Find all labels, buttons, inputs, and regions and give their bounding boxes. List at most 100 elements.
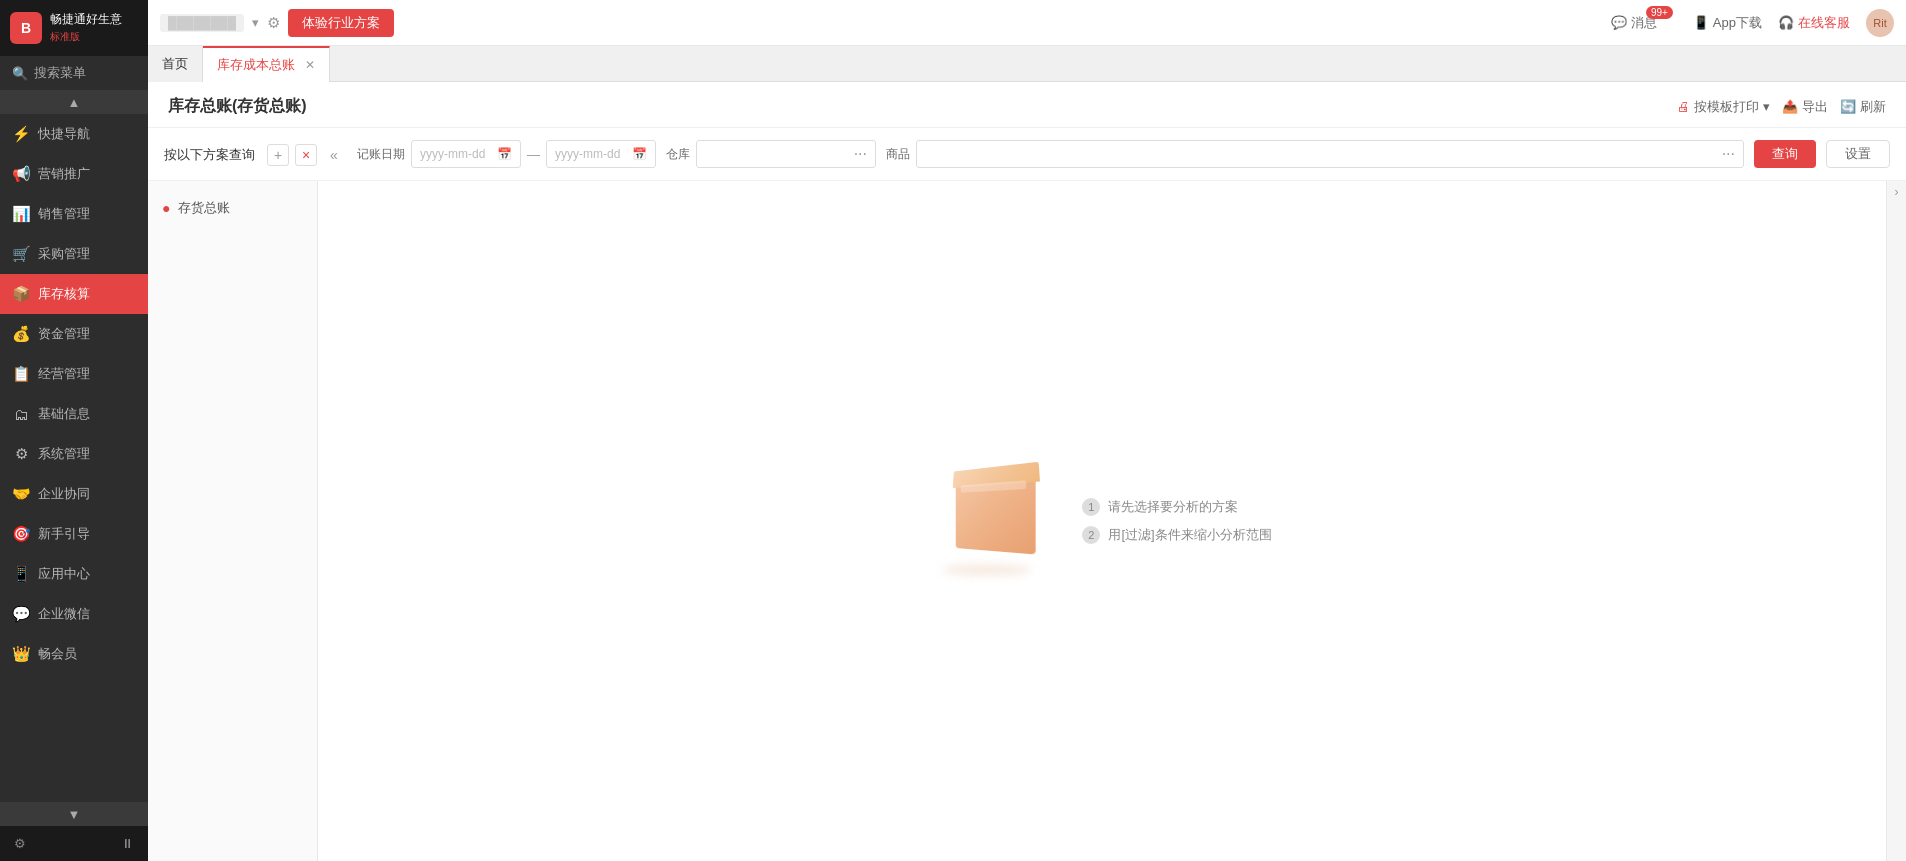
sidebar-toggle-icon[interactable]: ⏸ <box>121 836 134 851</box>
tab-inventory-ledger[interactable]: 库存成本总账 ✕ <box>203 46 330 82</box>
phone-icon: 📱 <box>1693 15 1709 30</box>
page-header-actions: 🖨 按模板打印 ▾ 📤 导出 🔄 刷新 <box>1677 98 1886 116</box>
online-label: 在线客服 <box>1798 14 1850 32</box>
sales-icon: 📊 <box>12 205 30 223</box>
marketing-icon: 📢 <box>12 165 30 183</box>
sidebar-item-label: 采购管理 <box>38 245 90 263</box>
sidebar-item-label: 新手引导 <box>38 525 90 543</box>
sidebar-item-collab[interactable]: 🤝 企业协同 <box>0 474 148 514</box>
refresh-icon: 🔄 <box>1840 99 1856 114</box>
date-start-placeholder: yyyy-mm-dd <box>420 147 485 161</box>
sidebar-item-system[interactable]: ⚙ 系统管理 <box>0 434 148 474</box>
sidebar-scroll-up[interactable]: ▲ <box>0 90 148 114</box>
filter-add-btn[interactable]: + <box>267 144 289 166</box>
export-label: 导出 <box>1802 98 1828 116</box>
sidebar-item-appstore[interactable]: 📱 应用中心 <box>0 554 148 594</box>
sidebar-item-inventory[interactable]: 📦 库存核算 <box>0 274 148 314</box>
appstore-icon: 📱 <box>12 565 30 583</box>
sidebar-item-finance[interactable]: 💰 资金管理 <box>0 314 148 354</box>
hint-num-1: 1 <box>1082 498 1100 516</box>
calendar-end-icon: 📅 <box>632 147 647 161</box>
sidebar-item-purchase[interactable]: 🛒 采购管理 <box>0 234 148 274</box>
industry-btn[interactable]: 体验行业方案 <box>288 9 394 37</box>
warehouse-filter-group: 仓库 ··· <box>666 140 876 168</box>
sidebar-item-sales[interactable]: 📊 销售管理 <box>0 194 148 234</box>
empty-box-icon <box>956 477 1036 554</box>
date-filter-group: 记账日期 yyyy-mm-dd 📅 — yyyy-mm-dd 📅 <box>357 140 656 168</box>
date-end-input[interactable]: yyyy-mm-dd 📅 <box>546 140 656 168</box>
filter-arrow-btn[interactable]: « <box>323 144 345 166</box>
logo-icon: B <box>10 12 42 44</box>
collab-icon: 🤝 <box>12 485 30 503</box>
tab-close-icon[interactable]: ✕ <box>305 58 315 72</box>
sidebar-logo: B 畅捷通好生意 标准版 <box>0 0 148 56</box>
topbar-gear-icon[interactable]: ⚙ <box>267 14 280 32</box>
quicknav-icon: ⚡ <box>12 125 30 143</box>
print-dropdown-icon: ▾ <box>1763 99 1770 114</box>
page-title: 库存总账(存货总账) <box>168 96 307 117</box>
headset-icon: 🎧 <box>1778 15 1794 30</box>
page-content: 库存总账(存货总账) 🖨 按模板打印 ▾ 📤 导出 🔄 刷新 按以下方案查 <box>148 82 1906 861</box>
empty-shadow <box>942 564 1032 576</box>
export-btn[interactable]: 📤 导出 <box>1782 98 1828 116</box>
guide-icon: 🎯 <box>12 525 30 543</box>
print-icon: 🖨 <box>1677 99 1690 114</box>
query-btn[interactable]: 查询 <box>1754 140 1816 168</box>
empty-hints: 1 请先选择要分析的方案 2 用[过滤]条件来缩小分析范围 <box>1082 498 1271 544</box>
sidebar-item-label: 应用中心 <box>38 565 90 583</box>
search-icon: 🔍 <box>12 66 28 81</box>
finance-icon: 💰 <box>12 325 30 343</box>
topbar: ████████ ▾ ⚙ 体验行业方案 💬 消息 99+ 📱 App下载 🎧 在… <box>148 0 1906 46</box>
settings-gear-icon[interactable]: ⚙ <box>14 836 26 851</box>
refresh-label: 刷新 <box>1860 98 1886 116</box>
weixin-icon: 💬 <box>12 605 30 623</box>
main-area: ████████ ▾ ⚙ 体验行业方案 💬 消息 99+ 📱 App下载 🎧 在… <box>148 0 1906 861</box>
tab-home[interactable]: 首页 <box>148 46 203 82</box>
app-badge: 标准版 <box>50 30 122 44</box>
user-avatar[interactable]: Rit <box>1866 9 1894 37</box>
sidebar-item-operations[interactable]: 📋 经营管理 <box>0 354 148 394</box>
empty-state: 1 请先选择要分析的方案 2 用[过滤]条件来缩小分析范围 <box>318 181 1886 861</box>
dropdown-arrow-icon[interactable]: ▾ <box>252 15 259 30</box>
warehouse-select[interactable]: ··· <box>696 140 876 168</box>
sidebar-item-label: 经营管理 <box>38 365 90 383</box>
sidebar-item-label: 企业协同 <box>38 485 90 503</box>
tab-home-label: 首页 <box>162 55 188 73</box>
empty-hint-2: 2 用[过滤]条件来缩小分析范围 <box>1082 526 1271 544</box>
sidebar-item-guide[interactable]: 🎯 新手引导 <box>0 514 148 554</box>
calendar-start-icon: 📅 <box>497 147 512 161</box>
print-label: 按模板打印 <box>1694 98 1759 116</box>
date-start-input[interactable]: yyyy-mm-dd 📅 <box>411 140 521 168</box>
filter-collapse-btn[interactable]: × <box>295 144 317 166</box>
logo-text-block: 畅捷通好生意 标准版 <box>50 12 122 44</box>
message-badge: 99+ <box>1646 6 1673 19</box>
purchase-icon: 🛒 <box>12 245 30 263</box>
sidebar-search[interactable]: 🔍 搜索菜单 <box>0 56 148 90</box>
warehouse-more-icon[interactable]: ··· <box>854 145 867 163</box>
right-panel-arrow-icon[interactable]: › <box>1895 185 1899 199</box>
sidebar-item-weixin[interactable]: 💬 企业微信 <box>0 594 148 634</box>
settings-btn[interactable]: 设置 <box>1826 140 1890 168</box>
empty-hint-1: 1 请先选择要分析的方案 <box>1082 498 1271 516</box>
product-filter-group: 商品 ··· <box>886 140 1744 168</box>
refresh-btn[interactable]: 🔄 刷新 <box>1840 98 1886 116</box>
search-label: 搜索菜单 <box>34 64 86 82</box>
app-download-btn[interactable]: 📱 App下载 <box>1693 14 1762 32</box>
sidebar-scroll-down[interactable]: ▼ <box>0 802 148 826</box>
empty-illustration <box>932 461 1052 581</box>
online-service-btn[interactable]: 🎧 在线客服 <box>1778 14 1850 32</box>
avatar-text: Rit <box>1873 17 1886 29</box>
tabbar: 首页 库存成本总账 ✕ <box>148 46 1906 82</box>
sidebar-item-member[interactable]: 👑 畅会员 <box>0 634 148 674</box>
sidebar-item-quicknav[interactable]: ⚡ 快捷导航 <box>0 114 148 154</box>
sidebar-item-basic-info[interactable]: 🗂 基础信息 <box>0 394 148 434</box>
print-template-btn[interactable]: 🖨 按模板打印 ▾ <box>1677 98 1770 116</box>
sidebar-item-marketing[interactable]: 📢 营销推广 <box>0 154 148 194</box>
breadcrumb-text: ████████ <box>168 16 236 30</box>
warehouse-label: 仓库 <box>666 146 690 163</box>
product-more-icon[interactable]: ··· <box>1722 145 1735 163</box>
date-label: 记账日期 <box>357 146 405 163</box>
message-btn[interactable]: 💬 消息 99+ <box>1611 14 1657 32</box>
product-select[interactable]: ··· <box>916 140 1744 168</box>
sidebar-item-label: 营销推广 <box>38 165 90 183</box>
